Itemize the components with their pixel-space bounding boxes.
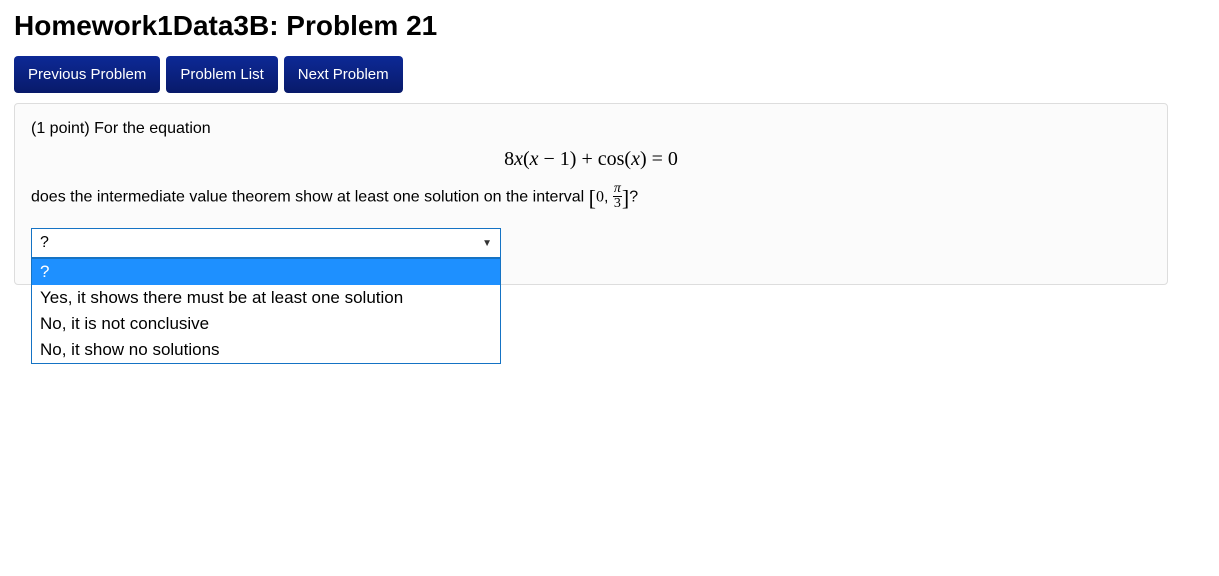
interval-frac-den: 3 <box>613 197 622 211</box>
problem-panel: (1 point) For the equation 8x(x − 1) + c… <box>14 103 1168 285</box>
answer-option[interactable]: No, it show no solutions <box>32 337 500 363</box>
answer-select-options: ? Yes, it shows there must be at least o… <box>31 258 501 364</box>
problem-equation: 8x(x − 1) + cos(x) = 0 <box>31 148 1151 171</box>
interval-open: [ <box>589 186 596 211</box>
answer-option[interactable]: ? <box>32 259 500 285</box>
interval-a: 0 <box>596 189 604 206</box>
next-problem-button[interactable]: Next Problem <box>284 56 403 93</box>
interval-comma: , <box>604 189 613 206</box>
answer-option[interactable]: Yes, it shows there must be at least one… <box>32 285 500 311</box>
answer-select-closed[interactable]: ? ▼ <box>31 228 501 258</box>
answer-select-value: ? <box>40 234 49 252</box>
answer-select[interactable]: ? ▼ ? Yes, it shows there must be at lea… <box>31 228 501 258</box>
interval-frac-num: π <box>613 182 622 197</box>
interval-fraction: π3 <box>613 182 622 211</box>
problem-nav: Previous Problem Problem List Next Probl… <box>14 56 1205 93</box>
page-title: Homework1Data3B: Problem 21 <box>14 10 1205 42</box>
problem-list-button[interactable]: Problem List <box>166 56 277 93</box>
answer-option[interactable]: No, it is not conclusive <box>32 311 500 337</box>
question-suffix: ? <box>629 189 638 206</box>
previous-problem-button[interactable]: Previous Problem <box>14 56 160 93</box>
question-prefix: does the intermediate value theorem show… <box>31 189 589 206</box>
chevron-down-icon: ▼ <box>482 238 492 249</box>
problem-intro: (1 point) For the equation <box>31 120 1151 138</box>
problem-question: does the intermediate value theorem show… <box>31 183 1151 212</box>
